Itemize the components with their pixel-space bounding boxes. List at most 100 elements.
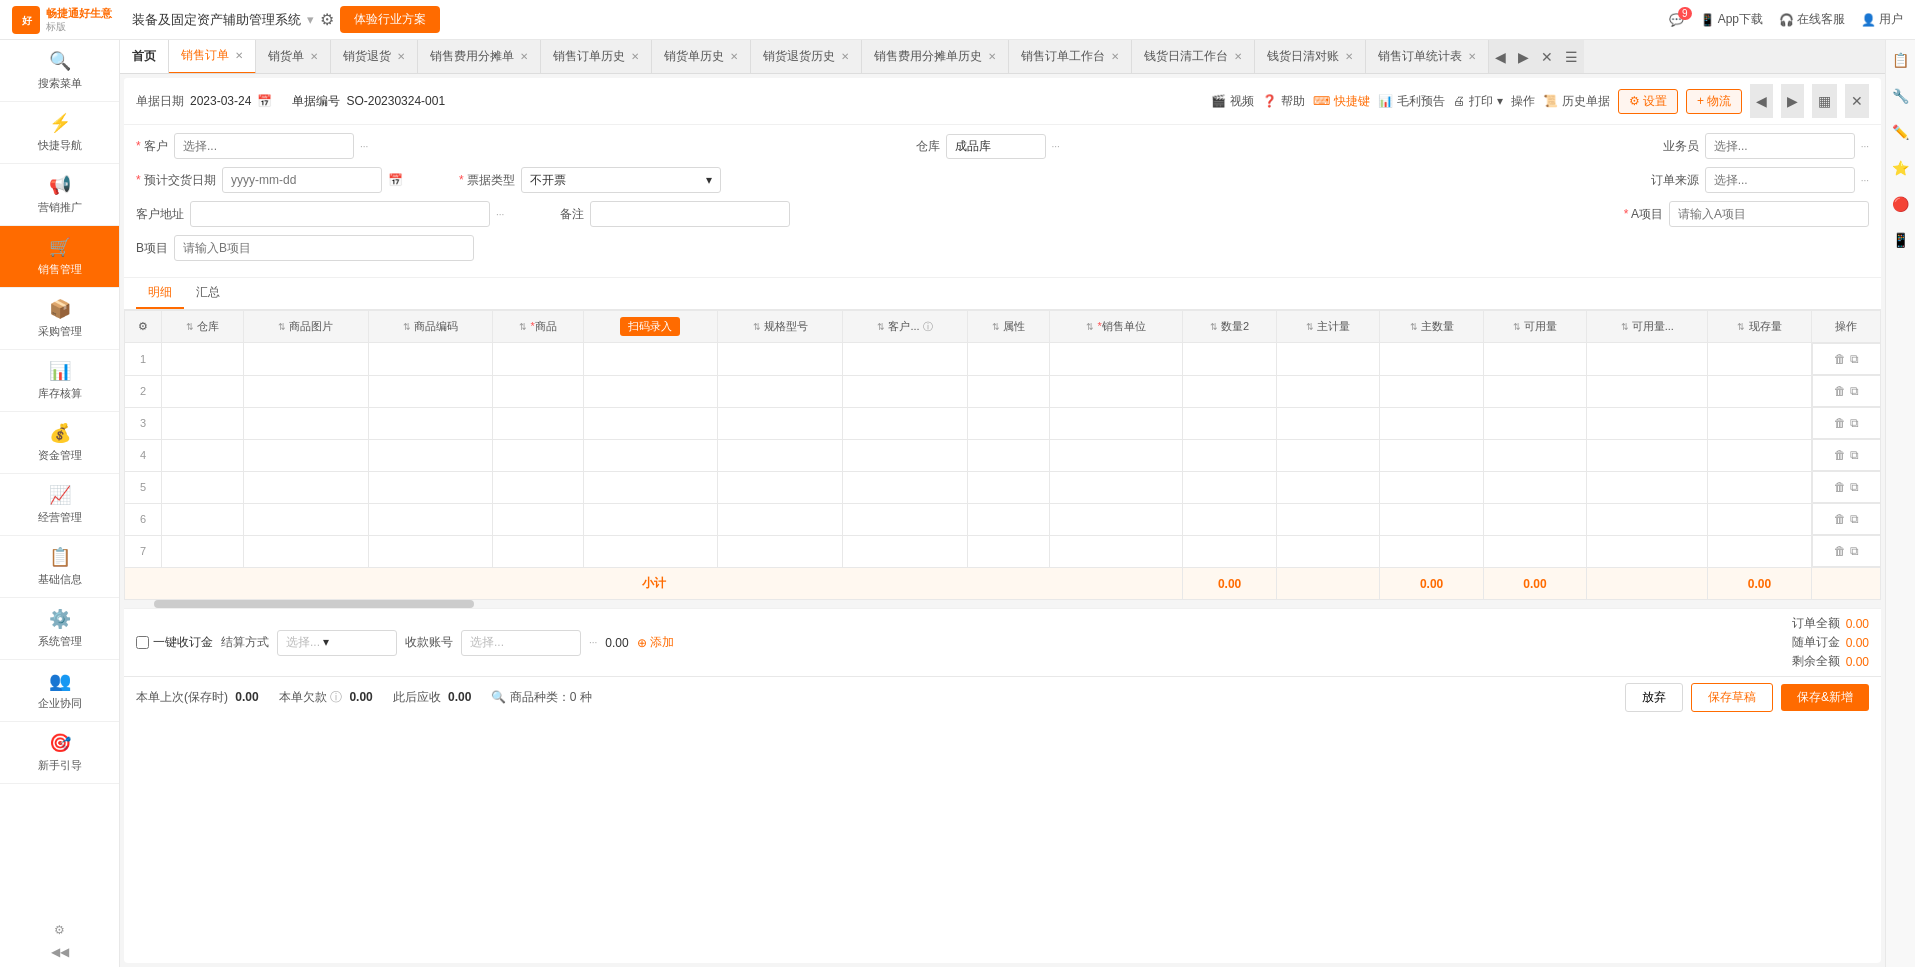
sidebar-item-search[interactable]: 🔍 搜索菜单 <box>0 40 119 102</box>
row-copy-icon[interactable]: ⧉ <box>1850 448 1859 462</box>
address-more-btn[interactable]: ··· <box>496 209 504 220</box>
payment-method-select[interactable]: 选择... ▾ <box>277 630 397 656</box>
form-prev-btn[interactable]: ◀ <box>1750 84 1773 118</box>
sidebar-item-quicknav[interactable]: ⚡ 快捷导航 <box>0 102 119 164</box>
sidebar-item-inventory[interactable]: 📊 库存核算 <box>0 350 119 412</box>
right-icon-settings[interactable]: 🔧 <box>1889 84 1913 108</box>
sidebar-item-purchase[interactable]: 📦 采购管理 <box>0 288 119 350</box>
row-delete-icon[interactable]: 🗑 <box>1834 384 1846 398</box>
tab-next-btn[interactable]: ▶ <box>1512 40 1535 74</box>
row-delete-icon[interactable]: 🗑 <box>1834 352 1846 366</box>
tab-close-icon[interactable]: ✕ <box>988 51 996 62</box>
online-support-link[interactable]: 🎧在线客服 <box>1779 11 1845 28</box>
row-copy-icon[interactable]: ⧉ <box>1850 416 1859 430</box>
tab-order-stats[interactable]: 销售订单统计表 ✕ <box>1366 40 1489 74</box>
tab-fee-history[interactable]: 销售费用分摊单历史 ✕ <box>862 40 1009 74</box>
row-copy-icon[interactable]: ⧉ <box>1850 384 1859 398</box>
form-close-btn[interactable]: ✕ <box>1845 84 1869 118</box>
row-delete-icon[interactable]: 🗑 <box>1834 544 1846 558</box>
warehouse-more-btn[interactable]: ··· <box>1052 141 1060 152</box>
user-avatar[interactable]: 👤用户 <box>1861 11 1903 28</box>
row-copy-icon[interactable]: ⧉ <box>1850 544 1859 558</box>
tab-detail[interactable]: 明细 <box>136 278 184 309</box>
tab-return-history[interactable]: 销货退货历史 ✕ <box>751 40 862 74</box>
toolbar-view[interactable]: 🎬 视频 <box>1211 93 1254 110</box>
note-input[interactable] <box>590 201 790 227</box>
tab-close-icon[interactable]: ✕ <box>310 51 318 62</box>
tab-summary[interactable]: 汇总 <box>184 278 232 309</box>
toolbar-shortcut[interactable]: ⌨ 快捷键 <box>1313 93 1370 110</box>
form-next-btn[interactable]: ▶ <box>1781 84 1804 118</box>
right-icon-star[interactable]: ⭐ <box>1889 156 1913 180</box>
toolbar-help[interactable]: ❓ 帮助 <box>1262 93 1305 110</box>
row-delete-icon[interactable]: 🗑 <box>1834 512 1846 526</box>
sidebar-item-cooperation[interactable]: 👥 企业协同 <box>0 660 119 722</box>
scan-btn[interactable]: 扫码录入 <box>620 317 680 336</box>
row-copy-icon[interactable]: ⧉ <box>1850 512 1859 526</box>
tab-close-icon[interactable]: ✕ <box>520 51 528 62</box>
b-project-input[interactable] <box>174 235 474 261</box>
sidebar-item-guide[interactable]: 🎯 新手引导 <box>0 722 119 784</box>
right-icon-phone[interactable]: 📱 <box>1889 228 1913 252</box>
toolbar-print[interactable]: 🖨 打印 ▾ <box>1453 93 1503 110</box>
calendar-icon[interactable]: 📅 <box>257 94 272 108</box>
sidebar-item-management[interactable]: 📈 经营管理 <box>0 474 119 536</box>
calendar-icon[interactable]: 📅 <box>388 173 403 187</box>
sidebar-bottom-settings-icon[interactable]: ⚙ <box>54 923 65 937</box>
tab-close-icon[interactable]: ✕ <box>631 51 639 62</box>
tab-close-icon[interactable]: ✕ <box>730 51 738 62</box>
sidebar-item-sales[interactable]: 🛒 销售管理 <box>0 226 119 288</box>
form-settings-btn[interactable]: ⚙ 设置 <box>1618 89 1678 114</box>
right-icon-edit[interactable]: ✏️ <box>1889 120 1913 144</box>
tab-sales-order[interactable]: 销售订单 ✕ <box>169 40 256 74</box>
sidebar-item-basic-info[interactable]: 📋 基础信息 <box>0 536 119 598</box>
tab-order-workbench[interactable]: 销售订单工作台 ✕ <box>1009 40 1132 74</box>
tab-daily-reconcile[interactable]: 钱货日清对账 ✕ <box>1255 40 1366 74</box>
discard-btn[interactable]: 放弃 <box>1625 683 1683 712</box>
tab-close-icon[interactable]: ✕ <box>235 50 243 61</box>
tab-close-icon[interactable]: ✕ <box>397 51 405 62</box>
order-source-more-btn[interactable]: ··· <box>1861 175 1869 186</box>
staff-input[interactable] <box>1705 133 1855 159</box>
tab-invoice[interactable]: 销货单 ✕ <box>256 40 331 74</box>
customer-more-btn[interactable]: ··· <box>360 141 368 152</box>
tab-home[interactable]: 首页 <box>120 40 169 74</box>
row-copy-icon[interactable]: ⧉ <box>1850 480 1859 494</box>
right-icon-alert[interactable]: 🔴 <box>1889 192 1913 216</box>
row-copy-icon[interactable]: ⧉ <box>1850 352 1859 366</box>
message-icon[interactable]: 💬 9 <box>1669 13 1684 27</box>
staff-more-btn[interactable]: ··· <box>1861 141 1869 152</box>
horizontal-scrollbar[interactable] <box>124 600 1881 608</box>
col-settings[interactable]: ⚙ <box>125 311 162 343</box>
tab-prev-btn[interactable]: ◀ <box>1489 40 1512 74</box>
one-click-checkbox[interactable] <box>136 636 149 649</box>
form-grid-btn[interactable]: ▦ <box>1812 84 1837 118</box>
toolbar-operation[interactable]: 操作 <box>1511 93 1535 110</box>
tab-daily-clear[interactable]: 钱货日清工作台 ✕ <box>1132 40 1255 74</box>
tab-close-icon[interactable]: ✕ <box>1111 51 1119 62</box>
account-select[interactable]: 选择... <box>461 630 581 656</box>
tab-close-icon[interactable]: ✕ <box>1234 51 1242 62</box>
save-new-btn[interactable]: 保存&新增 <box>1781 684 1869 711</box>
tab-close-all-btn[interactable]: ✕ <box>1535 40 1559 74</box>
app-download-link[interactable]: 📱App下载 <box>1700 11 1763 28</box>
tab-close-icon[interactable]: ✕ <box>841 51 849 62</box>
toolbar-history[interactable]: 📜 历史单据 <box>1543 93 1610 110</box>
add-btn[interactable]: ⊕ 添加 <box>637 634 674 651</box>
row-delete-icon[interactable]: 🗑 <box>1834 480 1846 494</box>
address-input[interactable] <box>190 201 490 227</box>
row-delete-icon[interactable]: 🗑 <box>1834 448 1846 462</box>
add-logistics-btn[interactable]: + 物流 <box>1686 89 1742 114</box>
tab-close-icon[interactable]: ✕ <box>1345 51 1353 62</box>
tab-invoice-history[interactable]: 销货单历史 ✕ <box>652 40 751 74</box>
save-draft-btn[interactable]: 保存草稿 <box>1691 683 1773 712</box>
a-project-input[interactable] <box>1669 201 1869 227</box>
chevron-down-icon[interactable]: ▾ <box>307 12 314 27</box>
settings-icon[interactable]: ⚙ <box>320 10 334 29</box>
tab-close-icon[interactable]: ✕ <box>1468 51 1476 62</box>
industry-btn[interactable]: 体验行业方案 <box>340 6 440 33</box>
tab-order-history[interactable]: 销售订单历史 ✕ <box>541 40 652 74</box>
tab-menu-btn[interactable]: ☰ <box>1559 40 1584 74</box>
sidebar-item-finance[interactable]: 💰 资金管理 <box>0 412 119 474</box>
order-source-input[interactable] <box>1705 167 1855 193</box>
